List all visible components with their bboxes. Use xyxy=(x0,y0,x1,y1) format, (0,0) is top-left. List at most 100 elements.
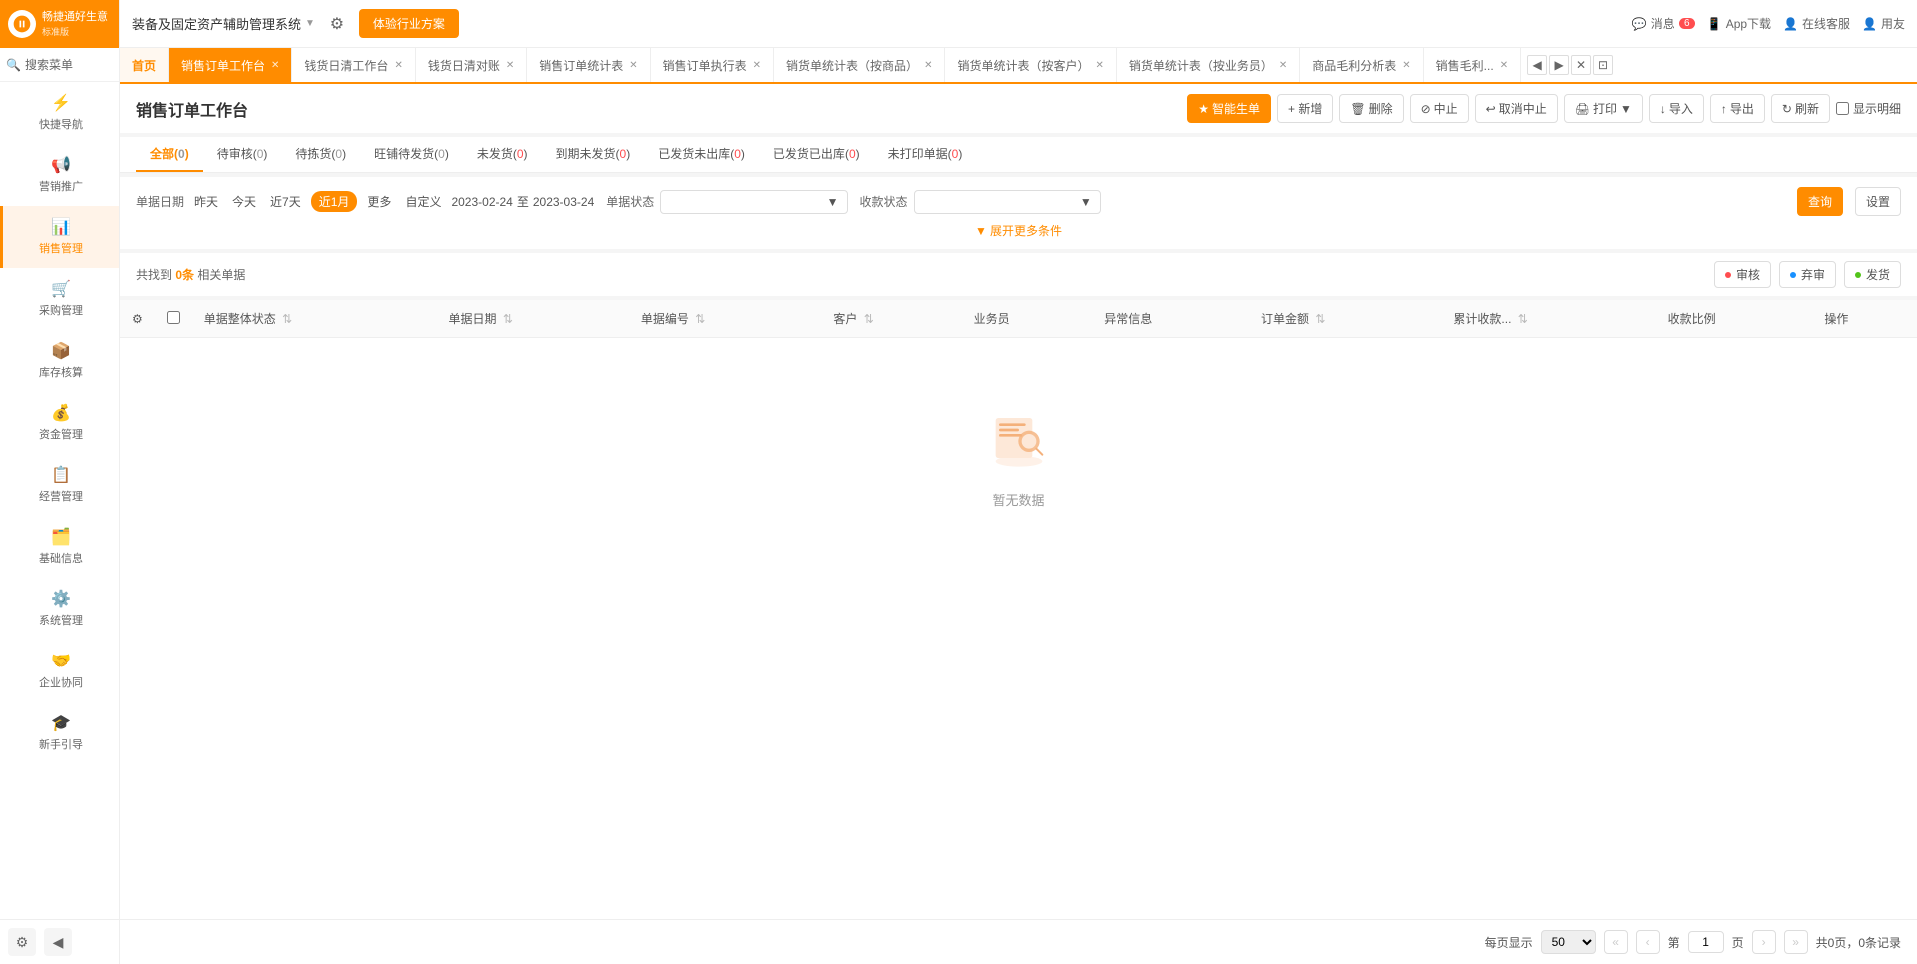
tab-sales-stats[interactable]: 销售订单统计表 ✕ xyxy=(527,48,650,83)
date-opt-more[interactable]: 更多 xyxy=(363,191,395,212)
page-prev-btn[interactable]: ‹ xyxy=(1636,930,1660,954)
tab-home[interactable]: 首页 xyxy=(120,48,169,83)
close-tab-sales-order[interactable]: ✕ xyxy=(271,60,279,71)
tab-expand-btn[interactable]: ⊡ xyxy=(1593,55,1613,75)
filter-status-select[interactable]: ▼ xyxy=(660,190,847,214)
module-selector[interactable]: 装备及固定资产辅助管理系统 ▼ xyxy=(132,14,315,33)
sidebar-item-guide[interactable]: 🎓 新手引导 xyxy=(0,702,119,764)
sidebar-item-sales[interactable]: 📊 销售管理 xyxy=(0,206,119,268)
subtab-wangpu-pending[interactable]: 旺铺待发货(0) xyxy=(360,137,463,172)
page-last-btn[interactable]: » xyxy=(1784,930,1808,954)
settings-bottom-btn[interactable]: ⚙ xyxy=(8,928,36,956)
sidebar-item-inventory[interactable]: 📦 库存核算 xyxy=(0,330,119,392)
message-btn[interactable]: 💬 消息 6 xyxy=(1632,15,1695,32)
sidebar-bottom: ⚙ ◀ xyxy=(0,919,119,964)
online-service-btn[interactable]: 👤 在线客服 xyxy=(1783,15,1850,32)
tab-sales-exec[interactable]: 销售订单执行表 ✕ xyxy=(651,48,774,83)
ship-btn[interactable]: 发货 xyxy=(1844,261,1901,288)
tab-next-btn[interactable]: ▶ xyxy=(1549,55,1569,75)
close-tab-sales-stats[interactable]: ✕ xyxy=(629,60,637,71)
quick-nav-icon: ⚡ xyxy=(52,94,70,112)
col-settings[interactable]: ⚙ xyxy=(120,300,155,338)
subtab-overdue-not-shipped[interactable]: 到期未发货(0) xyxy=(542,137,645,172)
page-size-select[interactable]: 10 20 50 100 xyxy=(1541,930,1596,954)
tab-gross-profit[interactable]: 商品毛利分析表 ✕ xyxy=(1300,48,1423,83)
select-all-checkbox[interactable] xyxy=(167,311,180,324)
setting-filter-btn[interactable]: 设置 xyxy=(1855,187,1901,216)
sidebar-item-finance[interactable]: 💰 资金管理 xyxy=(0,392,119,454)
smart-generate-btn[interactable]: ★ 智能生单 xyxy=(1187,94,1271,123)
cancel-suspend-btn[interactable]: ↩ 取消中止 xyxy=(1475,94,1558,123)
sidebar-item-quick-nav[interactable]: ⚡ 快捷导航 xyxy=(0,82,119,144)
sidebar-item-enterprise[interactable]: 🤝 企业协同 xyxy=(0,640,119,702)
tab-close-all-btn[interactable]: ✕ xyxy=(1571,55,1591,75)
cancel-review-btn[interactable]: 弃审 xyxy=(1779,261,1836,288)
sort-status-icon[interactable]: ⇅ xyxy=(282,312,292,326)
sidebar-item-basic-info[interactable]: 🗂️ 基础信息 xyxy=(0,516,119,578)
close-tab-sales-exec[interactable]: ✕ xyxy=(753,60,761,71)
subtab-pending-inspect[interactable]: 待拣货(0) xyxy=(281,137,360,172)
sort-collected-icon[interactable]: ⇅ xyxy=(1518,312,1528,326)
tab-sales-more[interactable]: 销售毛利... ✕ xyxy=(1424,48,1521,83)
user-menu-btn[interactable]: 👤 用友 xyxy=(1862,15,1905,32)
subtab-pending-review[interactable]: 待审核(0) xyxy=(203,137,282,172)
page-next-btn[interactable]: › xyxy=(1752,930,1776,954)
subtab-not-printed[interactable]: 未打印单据(0) xyxy=(874,137,977,172)
app-download-btn[interactable]: 📱 App下载 xyxy=(1707,15,1771,32)
export-btn[interactable]: ↑ 导出 xyxy=(1710,94,1765,123)
date-opt-today[interactable]: 今天 xyxy=(228,191,260,212)
add-btn[interactable]: + 新增 xyxy=(1277,94,1333,123)
review-btn[interactable]: 审核 xyxy=(1714,261,1771,288)
show-detail-checkbox[interactable]: 显示明细 xyxy=(1836,100,1901,117)
refresh-btn[interactable]: ↻ 刷新 xyxy=(1771,94,1830,123)
sort-date-icon[interactable]: ⇅ xyxy=(503,312,513,326)
close-tab-cash-reconcile[interactable]: ✕ xyxy=(506,60,514,71)
date-opt-custom[interactable]: 自定义 xyxy=(401,191,445,212)
date-opt-week[interactable]: 近7天 xyxy=(266,191,305,212)
page-header: 销售订单工作台 ★ 智能生单 + 新增 🗑 删除 ⊘ 中止 ↩ 取消中止 xyxy=(120,84,1917,133)
expand-filter-btn[interactable]: ▼ 展开更多条件 xyxy=(975,222,1062,239)
sidebar-item-purchase[interactable]: 🛒 采购管理 xyxy=(0,268,119,330)
filter-payment-select[interactable]: ▼ xyxy=(914,190,1101,214)
subtab-shipped-not-out[interactable]: 已发货未出库(0) xyxy=(644,137,759,172)
sort-number-icon[interactable]: ⇅ xyxy=(695,312,705,326)
subtab-not-shipped[interactable]: 未发货(0) xyxy=(463,137,542,172)
solution-btn[interactable]: 体验行业方案 xyxy=(359,9,459,38)
date-opt-yesterday[interactable]: 昨天 xyxy=(190,191,222,212)
tab-sales-summary-customer[interactable]: 销货单统计表（按客户） ✕ xyxy=(945,48,1116,83)
close-tab-sales-summary-product[interactable]: ✕ xyxy=(924,60,932,71)
close-tab-sales-more[interactable]: ✕ xyxy=(1500,60,1508,71)
sidebar-search[interactable]: 🔍 搜索菜单 xyxy=(0,48,119,82)
close-tab-sales-summary-customer[interactable]: ✕ xyxy=(1095,60,1103,71)
topbar-settings-btn[interactable]: ⚙ xyxy=(323,10,351,38)
suspend-btn[interactable]: ⊘ 中止 xyxy=(1410,94,1469,123)
sort-customer-icon[interactable]: ⇅ xyxy=(864,312,874,326)
sort-amount-icon[interactable]: ⇅ xyxy=(1315,312,1325,326)
close-tab-gross-profit[interactable]: ✕ xyxy=(1402,60,1410,71)
tab-cash-reconcile[interactable]: 钱货日清对账 ✕ xyxy=(416,48,527,83)
detail-checkbox-input[interactable] xyxy=(1836,102,1849,115)
sidebar-item-system[interactable]: ⚙️ 系统管理 xyxy=(0,578,119,640)
sidebar-item-operations[interactable]: 📋 经营管理 xyxy=(0,454,119,516)
close-tab-daily-cash[interactable]: ✕ xyxy=(394,60,402,71)
subtab-shipped-out[interactable]: 已发货已出库(0) xyxy=(759,137,874,172)
search-btn[interactable]: 查询 xyxy=(1797,187,1843,216)
delete-btn[interactable]: 🗑 删除 xyxy=(1339,94,1403,123)
collapse-btn[interactable]: ◀ xyxy=(44,928,72,956)
finance-icon: 💰 xyxy=(52,404,70,422)
date-opt-month[interactable]: 近1月 xyxy=(311,191,358,212)
page-first-btn[interactable]: « xyxy=(1604,930,1628,954)
cancel-suspend-icon: ↩ xyxy=(1486,102,1496,116)
subtab-all[interactable]: 全部(0) xyxy=(136,137,203,172)
tab-sales-order[interactable]: 销售订单工作台 ✕ xyxy=(169,48,292,83)
tab-sales-summary-product[interactable]: 销货单统计表（按商品） ✕ xyxy=(774,48,945,83)
sidebar-item-marketing[interactable]: 📢 营销推广 xyxy=(0,144,119,206)
import-btn[interactable]: ↓ 导入 xyxy=(1649,94,1704,123)
print-btn[interactable]: 🖨 打印 ▼ xyxy=(1564,94,1643,123)
close-tab-sales-summary-staff[interactable]: ✕ xyxy=(1279,60,1287,71)
topbar-right: 💬 消息 6 📱 App下载 👤 在线客服 👤 用友 xyxy=(1632,15,1905,32)
page-number-input[interactable] xyxy=(1688,931,1724,953)
tab-daily-cash[interactable]: 钱货日清工作台 ✕ xyxy=(292,48,415,83)
tab-prev-btn[interactable]: ◀ xyxy=(1527,55,1547,75)
tab-sales-summary-staff[interactable]: 销货单统计表（按业务员） ✕ xyxy=(1117,48,1300,83)
